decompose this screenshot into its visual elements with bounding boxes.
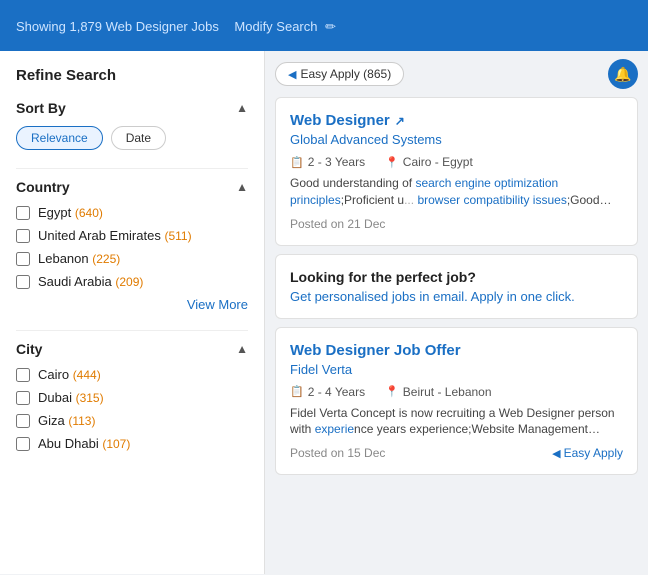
- filter-tag-icon: ◀: [288, 68, 296, 81]
- sort-relevance-button[interactable]: Relevance: [16, 126, 103, 150]
- job-title-1[interactable]: Web Designer ↗: [290, 112, 623, 129]
- country-name-egypt: Egypt (640): [38, 205, 103, 220]
- sidebar: Refine Search Sort By ▲ Relevance Date C…: [0, 51, 265, 574]
- sort-date-button[interactable]: Date: [111, 126, 166, 150]
- country-checkbox-lebanon[interactable]: [16, 252, 30, 266]
- easy-apply-label-2: Easy Apply: [564, 446, 623, 460]
- location-1: 📍 Cairo - Egypt: [385, 155, 473, 169]
- country-section: Country ▲ Egypt (640) United Arab Emirat…: [16, 179, 248, 312]
- company-name-1[interactable]: Global Advanced Systems: [290, 132, 623, 147]
- city-item-giza[interactable]: Giza (113): [16, 413, 248, 428]
- sort-by-header: Sort By ▲: [16, 100, 248, 116]
- city-checkbox-giza[interactable]: [16, 414, 30, 428]
- modify-search-label: Modify Search: [234, 19, 317, 34]
- country-name-saudi: Saudi Arabia (209): [38, 274, 143, 289]
- city-name-cairo: Cairo (444): [38, 367, 101, 382]
- country-checkbox-egypt[interactable]: [16, 206, 30, 220]
- location-icon-2: 📍: [385, 385, 399, 398]
- sort-by-section: Sort By ▲ Relevance Date: [16, 100, 248, 150]
- company-name-2[interactable]: Fidel Verta: [290, 362, 623, 377]
- city-checkbox-abudhabi[interactable]: [16, 437, 30, 451]
- header: Showing 1,879 Web Designer Jobs Modify S…: [0, 0, 648, 51]
- location-text-1: Cairo - Egypt: [403, 155, 473, 169]
- location-text-2: Beirut - Lebanon: [403, 385, 492, 399]
- page-title: Showing 1,879 Web Designer Jobs Modify S…: [16, 14, 336, 37]
- city-name-giza: Giza (113): [38, 413, 95, 428]
- city-checkbox-cairo[interactable]: [16, 368, 30, 382]
- job-description-1: Good understanding of search engine opti…: [290, 175, 623, 209]
- job-card-1: Web Designer ↗ Global Advanced Systems 📋…: [275, 97, 638, 246]
- experience-text-1: 2 - 3 Years: [308, 155, 365, 169]
- city-item-dubai[interactable]: Dubai (315): [16, 390, 248, 405]
- easy-apply-badge-2[interactable]: ◀ Easy Apply: [552, 446, 623, 460]
- sort-by-label: Sort By: [16, 100, 66, 116]
- bell-icon: 🔔: [614, 66, 631, 83]
- job-footer-1: Posted on 21 Dec: [290, 217, 623, 231]
- location-2: 📍 Beirut - Lebanon: [385, 385, 491, 399]
- country-checkbox-uae[interactable]: [16, 229, 30, 243]
- main-layout: Refine Search Sort By ▲ Relevance Date C…: [0, 51, 648, 574]
- sort-buttons: Relevance Date: [16, 126, 248, 150]
- easy-apply-icon-2: ◀: [552, 447, 560, 460]
- job-listings: ◀ Easy Apply (865) 🔔 Web Designer ↗ Glob…: [265, 51, 648, 574]
- country-checkbox-saudi[interactable]: [16, 275, 30, 289]
- country-item-egypt[interactable]: Egypt (640): [16, 205, 248, 220]
- country-name-uae: United Arab Emirates (511): [38, 228, 192, 243]
- country-item-saudi[interactable]: Saudi Arabia (209): [16, 274, 248, 289]
- divider-2: [16, 330, 248, 331]
- promo-card: Looking for the perfect job? Get persona…: [275, 254, 638, 319]
- country-item-lebanon[interactable]: Lebanon (225): [16, 251, 248, 266]
- location-icon-1: 📍: [385, 156, 399, 169]
- filter-tag-label: Easy Apply (865): [300, 67, 391, 81]
- country-view-more-link[interactable]: View More: [16, 297, 248, 312]
- easy-apply-filter-tag[interactable]: ◀ Easy Apply (865): [275, 62, 404, 86]
- job-card-2: Web Designer Job Offer Fidel Verta 📋 2 -…: [275, 327, 638, 476]
- country-chevron-icon: ▲: [236, 180, 248, 194]
- calendar-icon-1: 📋: [290, 156, 304, 169]
- job-description-2: Fidel Verta Concept is now recruiting a …: [290, 405, 623, 439]
- job-footer-2: Posted on 15 Dec ◀ Easy Apply: [290, 446, 623, 460]
- posted-date-2: Posted on 15 Dec: [290, 446, 385, 460]
- posted-date-1: Posted on 21 Dec: [290, 217, 385, 231]
- promo-description[interactable]: Get personalised jobs in email. Apply in…: [290, 289, 623, 304]
- country-name-lebanon: Lebanon (225): [38, 251, 120, 266]
- job-title-text-1: Web Designer: [290, 112, 390, 129]
- city-header: City ▲: [16, 341, 248, 357]
- title-text: Showing 1,879 Web Designer Jobs: [16, 19, 219, 34]
- experience-text-2: 2 - 4 Years: [308, 385, 365, 399]
- city-item-cairo[interactable]: Cairo (444): [16, 367, 248, 382]
- city-name-abudhabi: Abu Dhabi (107): [38, 436, 130, 451]
- country-header: Country ▲: [16, 179, 248, 195]
- job-meta-1: 📋 2 - 3 Years 📍 Cairo - Egypt: [290, 155, 623, 169]
- pencil-icon: ✏: [325, 19, 336, 35]
- city-item-abudhabi[interactable]: Abu Dhabi (107): [16, 436, 248, 451]
- city-chevron-icon: ▲: [236, 342, 248, 356]
- experience-1: 📋 2 - 3 Years: [290, 155, 365, 169]
- promo-title: Looking for the perfect job?: [290, 269, 623, 285]
- job-title-2[interactable]: Web Designer Job Offer: [290, 342, 623, 359]
- notification-bell-button[interactable]: 🔔: [608, 59, 638, 89]
- divider-1: [16, 168, 248, 169]
- filter-bar: ◀ Easy Apply (865) 🔔: [275, 59, 638, 89]
- country-item-uae[interactable]: United Arab Emirates (511): [16, 228, 248, 243]
- city-name-dubai: Dubai (315): [38, 390, 104, 405]
- experience-2: 📋 2 - 4 Years: [290, 385, 365, 399]
- city-checkbox-dubai[interactable]: [16, 391, 30, 405]
- country-label: Country: [16, 179, 70, 195]
- external-link-icon-1: ↗: [395, 114, 405, 128]
- modify-search-link[interactable]: Modify Search ✏: [234, 19, 336, 34]
- calendar-icon-2: 📋: [290, 385, 304, 398]
- sidebar-title: Refine Search: [16, 67, 248, 84]
- sort-by-chevron-icon: ▲: [236, 101, 248, 115]
- city-section: City ▲ Cairo (444) Dubai (315) Giza (113…: [16, 341, 248, 451]
- city-label: City: [16, 341, 42, 357]
- job-meta-2: 📋 2 - 4 Years 📍 Beirut - Lebanon: [290, 385, 623, 399]
- job-title-text-2: Web Designer Job Offer: [290, 342, 461, 359]
